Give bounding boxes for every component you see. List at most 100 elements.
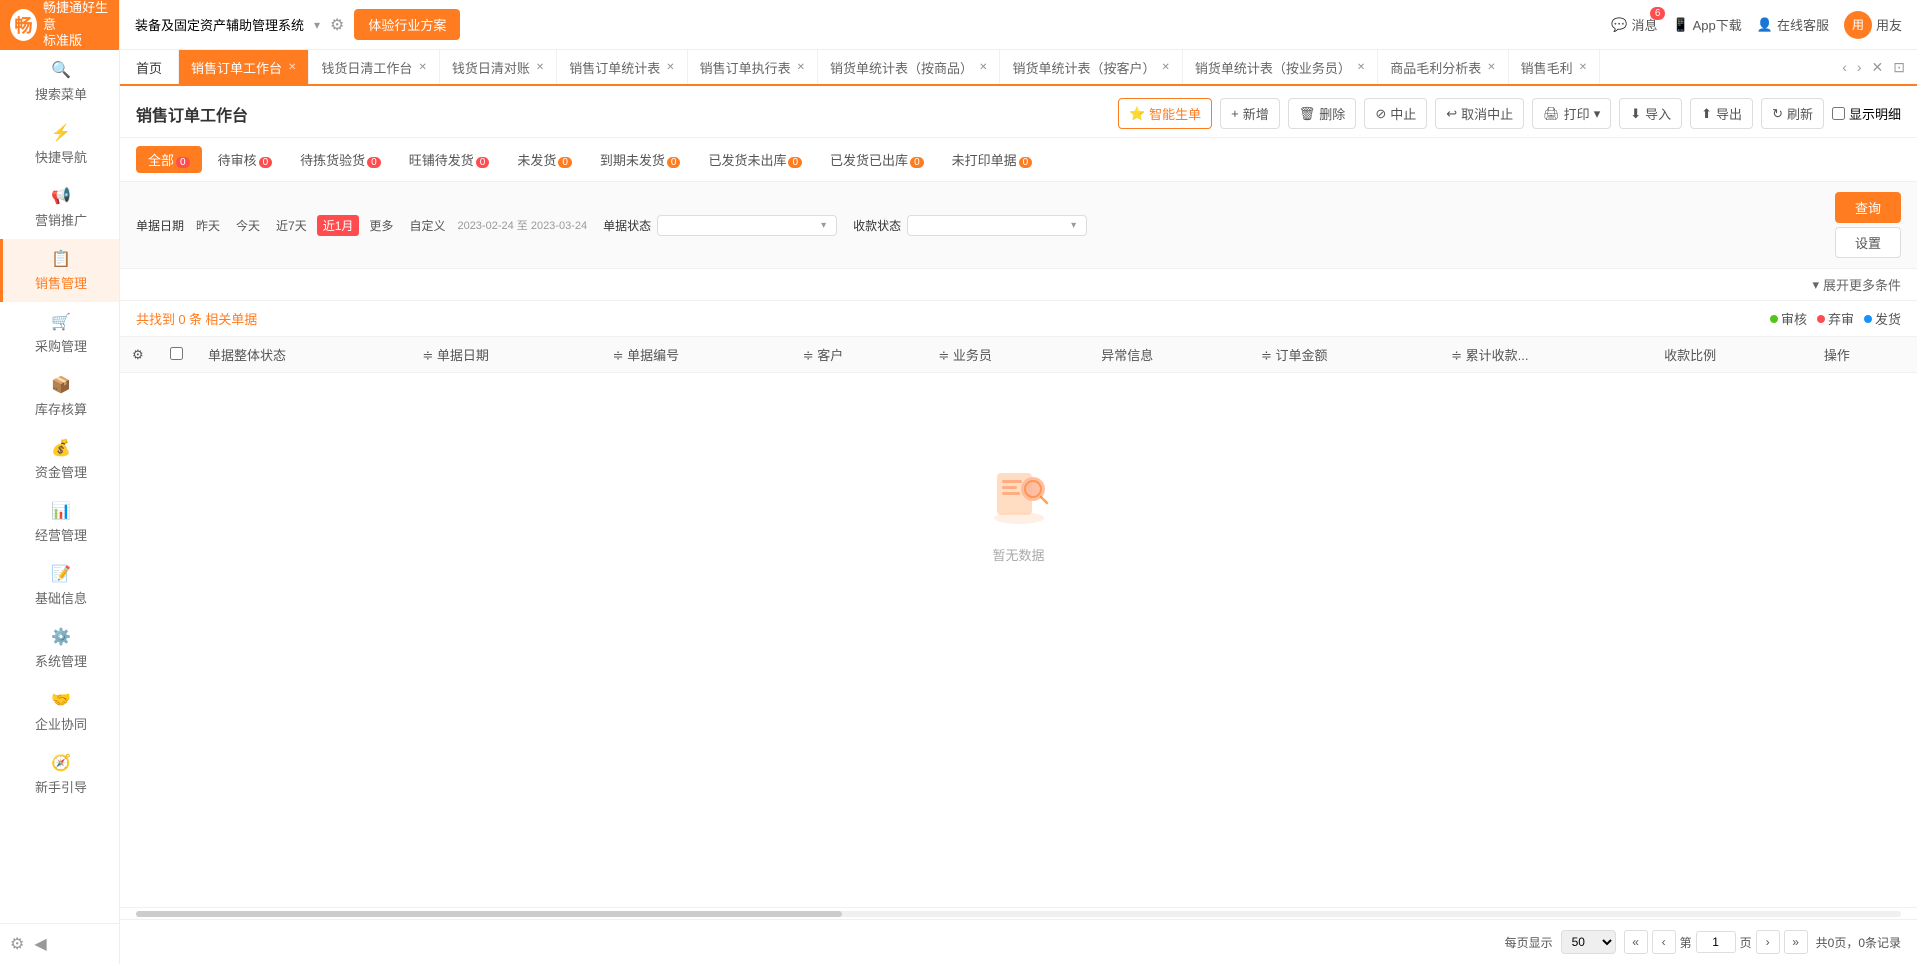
quick-action-ship[interactable]: 发货 [1864, 309, 1901, 328]
tab-close-cash-daily[interactable]: ✕ [418, 62, 426, 73]
sidebar-item-quick-nav[interactable]: ⚡快捷导航 [0, 113, 119, 176]
subtab-pending-review[interactable]: 待审核0 [206, 146, 285, 173]
tab-expand-btn[interactable]: ⊡ [1889, 57, 1909, 78]
sidebar-item-search[interactable]: 🔍搜索菜单 [0, 50, 119, 113]
next-page-btn[interactable]: › [1756, 930, 1780, 954]
subtab-not-printed[interactable]: 未打印单据0 [940, 146, 1045, 173]
prev-page-btn[interactable]: ‹ [1652, 930, 1676, 954]
delete-btn[interactable]: 🗑 删除 [1288, 98, 1357, 129]
import-btn[interactable]: ⬇ 导入 [1619, 98, 1682, 129]
tab-cash-account[interactable]: 钱货日清对账✕ [440, 50, 557, 84]
date-option-昨天[interactable]: 昨天 [190, 215, 226, 236]
subtab-label-not-shipped: 未发货 [517, 153, 556, 168]
tab-prev-btn[interactable]: ‹ [1838, 57, 1851, 77]
page-title: 销售订单工作台 [136, 102, 248, 126]
page-input[interactable] [1696, 931, 1736, 953]
tab-close-sales-order[interactable]: ✕ [288, 62, 296, 73]
subtab-badge-expired-not-shipped: 0 [667, 157, 681, 168]
expand-filter-btn[interactable]: ▾ 展开更多条件 [1812, 275, 1901, 294]
payment-select[interactable]: ▾ [907, 215, 1087, 236]
tab-close-all-btn[interactable]: ✕ [1868, 57, 1888, 78]
tab-sales-exec[interactable]: 销售订单执行表 ✕ [688, 50, 818, 84]
sidebar-item-guide[interactable]: 🧭新手引导 [0, 743, 119, 806]
tab-sale-more[interactable]: 销售毛利✕ [1509, 50, 1600, 84]
tab-close-sale-stat-product[interactable]: ✕ [979, 62, 987, 73]
query-btn[interactable]: 查询 [1835, 192, 1901, 223]
export-btn[interactable]: ⬆ 导出 [1690, 98, 1753, 129]
subtab-badge-shipped-out: 0 [910, 157, 924, 168]
sidebar-bottom: ⚙ ◀ [0, 923, 119, 964]
subtab-shipped-not-out[interactable]: 已发货未出库0 [696, 146, 814, 173]
sidebar-item-sales[interactable]: 📋销售管理 [0, 239, 119, 302]
show-detail-checkbox[interactable] [1832, 107, 1845, 120]
logo-text: 畅捷通好生意 标准版 [43, 0, 109, 50]
date-option-近7天[interactable]: 近7天 [270, 215, 313, 236]
settings-col-icon[interactable]: ⚙ [132, 347, 144, 362]
date-option-近1月[interactable]: 近1月 [317, 215, 360, 236]
quick-action-review[interactable]: 审核 [1770, 309, 1807, 328]
tab-close-sales-exec[interactable]: ✕ [797, 62, 805, 73]
tab-close-sale-stat-staff[interactable]: ✕ [1357, 62, 1365, 73]
date-option-今天[interactable]: 今天 [230, 215, 266, 236]
tab-sale-stat-customer[interactable]: 销货单统计表（按客户）✕ [1000, 50, 1182, 84]
sidebar-item-purchase[interactable]: 🛒采购管理 [0, 302, 119, 365]
tab-next-btn[interactable]: › [1853, 57, 1866, 77]
tab-label-sales-exec: 销售订单执行表 [700, 58, 791, 77]
collapse-icon[interactable]: ◀ [34, 934, 46, 954]
app-download-item[interactable]: 📱 App下载 [1672, 15, 1741, 34]
sidebar-item-marketing[interactable]: 📢营销推广 [0, 176, 119, 239]
stop-btn[interactable]: ⊘ 中止 [1364, 98, 1427, 129]
print-btn[interactable]: 🖨 打印 ▾ [1532, 98, 1611, 129]
select-all-checkbox[interactable] [170, 347, 183, 360]
tab-close-sale-stat-customer[interactable]: ✕ [1161, 62, 1169, 73]
refresh-btn[interactable]: ↻ 刷新 [1761, 98, 1824, 129]
cancel-stop-btn[interactable]: ↩ 取消中止 [1435, 98, 1524, 129]
set-btn[interactable]: 设置 [1835, 227, 1901, 258]
tab-home[interactable]: 首页 [120, 50, 179, 84]
tab-cash-daily[interactable]: 钱货日清工作台✕ [309, 50, 439, 84]
status-select[interactable]: ▾ [657, 215, 837, 236]
online-service-item[interactable]: 👤 在线客服 [1757, 15, 1829, 34]
add-btn[interactable]: + 新增 [1220, 98, 1280, 129]
status-select-arrow: ▾ [821, 220, 826, 231]
smart-create-btn[interactable]: ⭐ 智能生单 [1118, 98, 1212, 129]
quick-action-revoke[interactable]: 弃审 [1817, 309, 1854, 328]
scrollbar-thumb[interactable] [136, 911, 842, 917]
sidebar-item-cooperation[interactable]: 🤝企业协同 [0, 680, 119, 743]
last-page-btn[interactable]: » [1784, 930, 1808, 954]
tab-sales-stat[interactable]: 销售订单统计表✕ [557, 50, 687, 84]
subtab-all[interactable]: 全部0 [136, 146, 202, 173]
tab-close-cash-account[interactable]: ✕ [536, 62, 544, 73]
online-service-icon: 👤 [1757, 17, 1773, 33]
date-option-自定义[interactable]: 自定义 [403, 215, 451, 236]
per-page-select[interactable]: 102050100 [1561, 930, 1616, 954]
show-detail-toggle[interactable]: 显示明细 [1832, 104, 1901, 123]
message-item[interactable]: 💬 消息 6 [1611, 15, 1657, 34]
tab-close-sales-stat[interactable]: ✕ [666, 62, 674, 73]
sidebar-item-system[interactable]: ⚙️系统管理 [0, 617, 119, 680]
date-option-更多[interactable]: 更多 [363, 215, 399, 236]
topbar-settings-icon[interactable]: ⚙ [330, 15, 344, 35]
sidebar-item-finance[interactable]: 💰资金管理 [0, 428, 119, 491]
empty-illustration [979, 453, 1059, 533]
first-page-btn[interactable]: « [1624, 930, 1648, 954]
tab-sale-stat-product[interactable]: 销货单统计表（按商品）✕ [818, 50, 1000, 84]
tab-sales-order[interactable]: 销售订单工作台✕ [179, 50, 309, 84]
th-amount: ≑ 订单金额 [1249, 337, 1439, 373]
sidebar-item-inventory[interactable]: 📦库存核算 [0, 365, 119, 428]
subtab-expired-not-shipped[interactable]: 到期未发货0 [588, 146, 693, 173]
tab-close-sale-more[interactable]: ✕ [1579, 62, 1587, 73]
label-revoke: 弃审 [1828, 309, 1854, 328]
sidebar-item-basic[interactable]: 📝基础信息 [0, 554, 119, 617]
subtab-not-shipped[interactable]: 未发货0 [505, 146, 584, 173]
user-item[interactable]: 用 用友 [1844, 11, 1902, 39]
subtab-shipped-out[interactable]: 已发货已出库0 [818, 146, 936, 173]
settings-icon[interactable]: ⚙ [10, 934, 24, 954]
subtab-wangpu-pending[interactable]: 旺铺待发货0 [397, 146, 502, 173]
industry-btn[interactable]: 体验行业方案 [354, 9, 460, 40]
subtab-pending-inspect[interactable]: 待拣货验货0 [288, 146, 393, 173]
tab-close-product-margin[interactable]: ✕ [1487, 62, 1495, 73]
tab-product-margin[interactable]: 商品毛利分析表✕ [1378, 50, 1508, 84]
sidebar-item-operation[interactable]: 📊经营管理 [0, 491, 119, 554]
tab-sale-stat-staff[interactable]: 销货单统计表（按业务员）✕ [1183, 50, 1378, 84]
